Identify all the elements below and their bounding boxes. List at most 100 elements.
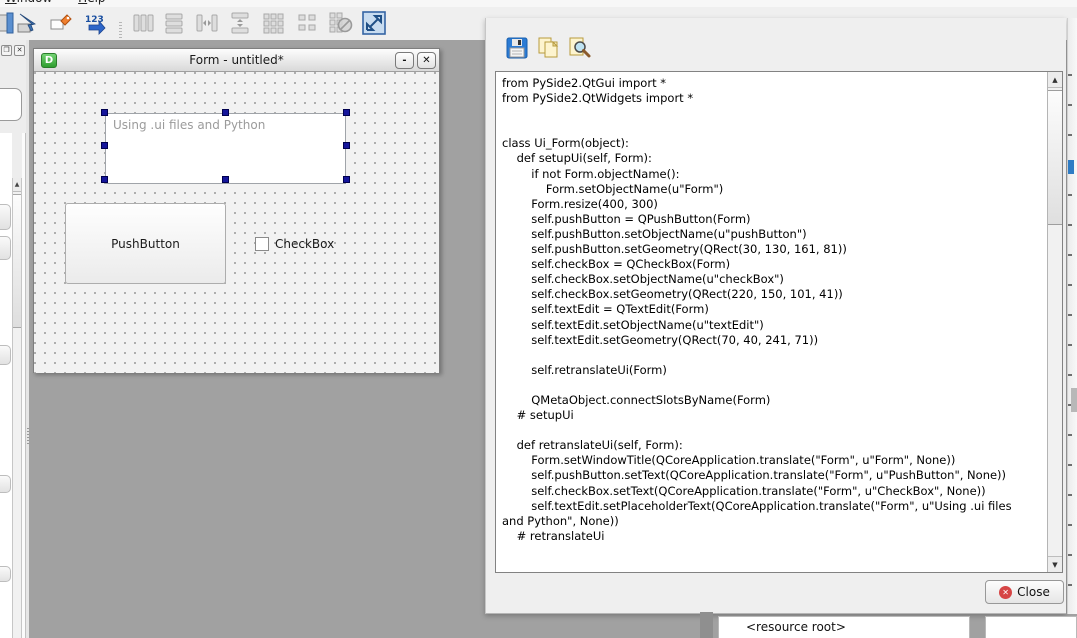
code-line: self.pushButton.setGeometry(QRect(30, 13… [502, 242, 1046, 257]
widget-box-item-stub[interactable] [0, 204, 11, 230]
code-line: self.checkBox.setObjectName(u"checkBox") [502, 272, 1046, 287]
edit-signals-slots-icon[interactable] [14, 10, 40, 36]
panel-tick-marks [1068, 74, 1072, 604]
scrollbar-thumb[interactable] [1071, 388, 1077, 412]
menu-help[interactable]: Help [78, 0, 105, 5]
layout-grid-icon[interactable] [260, 10, 286, 36]
close-button[interactable]: ✕ Close [985, 580, 1064, 604]
code-line: self.pushButton.setText(QCoreApplication… [502, 468, 1046, 483]
dock-splitter[interactable] [26, 40, 29, 638]
scroll-up-icon[interactable]: ▲ [13, 178, 21, 192]
code-view[interactable]: from PySide2.QtGui import *from PySide2.… [495, 71, 1063, 573]
text-edit-placeholder: Using .ui files and Python [106, 114, 345, 136]
minimize-button[interactable]: - [395, 52, 414, 69]
code-line [502, 121, 1046, 136]
form-editor-window: D Form - untitled* - ✕ Using .ui files a… [33, 48, 440, 373]
form-canvas[interactable]: Using .ui files and Python PushButton Ch… [34, 72, 439, 373]
code-line: self.checkBox.setText(QCoreApplication.t… [502, 484, 1046, 499]
code-line [502, 106, 1046, 121]
code-line: self.textEdit.setObjectName(u"textEdit") [502, 318, 1046, 333]
widget-box-item-stub[interactable] [0, 566, 11, 582]
layout-vertically-icon[interactable] [161, 10, 187, 36]
selection-handle[interactable] [222, 176, 229, 183]
dock-close-icon[interactable]: ✕ [14, 45, 25, 56]
checkbox-label: CheckBox [275, 237, 334, 251]
code-line: QMetaObject.connectSlotsByName(Form) [502, 393, 1046, 408]
code-line: from PySide2.QtWidgets import * [502, 91, 1046, 106]
scroll-up-icon[interactable]: ▲ [1048, 72, 1062, 88]
layout-form-icon[interactable] [294, 10, 320, 36]
code-line: def retranslateUi(self, Form): [502, 438, 1046, 453]
code-line: self.textEdit = QTextEdit(Form) [502, 302, 1046, 317]
code-line: self.pushButton.setObjectName(u"pushButt… [502, 227, 1046, 242]
break-layout-icon[interactable] [328, 10, 354, 36]
splitter-grip-icon[interactable] [27, 428, 29, 446]
code-line: self.textEdit.setPlaceholderText(QCoreAp… [502, 499, 1046, 514]
code-line: class Ui_Form(object): [502, 136, 1046, 151]
widget-filter-input[interactable] [0, 88, 22, 121]
scroll-down-icon[interactable]: ▼ [1048, 556, 1062, 572]
designer-window-icon: D [41, 53, 57, 68]
layout-horizontally-icon[interactable] [130, 10, 156, 36]
layout-horizontal-splitter-icon[interactable] [194, 10, 220, 36]
form-window-titlebar[interactable]: D Form - untitled* - ✕ [34, 49, 439, 72]
code-line: self.checkBox = QCheckBox(Form) [502, 257, 1046, 272]
close-window-button[interactable]: ✕ [417, 52, 436, 69]
resource-list-panel[interactable] [985, 616, 1077, 638]
code-line: from PySide2.QtGui import * [502, 76, 1046, 91]
code-line: self.pushButton = QPushButton(Form) [502, 212, 1046, 227]
copy-icon[interactable] [537, 37, 561, 59]
code-line: def setupUi(self, Form): [502, 151, 1046, 166]
code-line: self.retranslateUi(Form) [502, 363, 1046, 378]
scrollbar-thumb[interactable] [1048, 90, 1062, 225]
code-text: from PySide2.QtGui import *from PySide2.… [502, 76, 1046, 544]
dock-float-icon[interactable]: ❐ [1, 45, 12, 56]
checkbox-box[interactable] [255, 237, 269, 251]
code-line: and Python", None)) [502, 514, 1046, 529]
code-line: # retranslateUi [502, 529, 1046, 544]
menu-window[interactable]: Window [5, 0, 52, 5]
widget-box-item-stub[interactable] [0, 345, 11, 365]
selection-handle[interactable] [343, 109, 350, 116]
close-button-label: Close [1017, 585, 1050, 599]
scrollbar-thumb[interactable] [13, 194, 21, 328]
code-line: Form.resize(400, 300) [502, 197, 1046, 212]
form-window-title: Form - untitled* [189, 53, 283, 67]
code-preview-dialog: from PySide2.QtGui import *from PySide2.… [485, 18, 1066, 614]
code-line: self.textEdit.setGeometry(QRect(70, 40, … [502, 333, 1046, 348]
edit-tab-order-icon[interactable]: 123 [82, 10, 108, 36]
selection-handle[interactable] [101, 109, 108, 116]
resource-root-item[interactable]: <resource root> [746, 620, 846, 634]
selection-handle[interactable] [101, 142, 108, 149]
selection-handle[interactable] [222, 109, 229, 116]
code-line [502, 378, 1046, 393]
code-line: Form.setObjectName(u"Form") [502, 182, 1046, 197]
widget-box-scrollbar[interactable]: ▲ [12, 178, 22, 638]
find-icon[interactable] [568, 37, 592, 59]
code-line [502, 348, 1046, 363]
text-edit-widget[interactable]: Using .ui files and Python [105, 113, 346, 184]
code-scrollbar[interactable]: ▲ ▼ [1047, 72, 1062, 572]
qt-designer-screen: Window Help 123 [0, 0, 1077, 638]
selection-handle[interactable] [343, 176, 350, 183]
scrollbar-fragment [700, 612, 713, 638]
edit-buddies-icon[interactable] [48, 10, 74, 36]
layout-vertical-splitter-icon[interactable] [227, 10, 253, 36]
widget-box-item-stub[interactable] [0, 475, 11, 493]
widget-box-dock: ❐ ✕ ▲ [0, 40, 29, 638]
close-icon: ✕ [999, 586, 1012, 599]
push-button-widget[interactable]: PushButton [65, 203, 226, 284]
save-icon[interactable] [506, 37, 530, 59]
code-line: Form.setWindowTitle(QCoreApplication.tra… [502, 453, 1046, 468]
check-box-widget[interactable]: CheckBox [255, 223, 356, 264]
selection-handle[interactable] [101, 176, 108, 183]
widget-box-item-stub[interactable] [0, 236, 11, 260]
adjust-size-icon[interactable] [361, 10, 387, 36]
selected-row-sliver [1068, 160, 1074, 174]
code-line: # setupUi [502, 408, 1046, 423]
menubar: Window Help [0, 0, 1077, 7]
selection-handle[interactable] [343, 142, 350, 149]
code-line: self.checkBox.setGeometry(QRect(220, 150… [502, 287, 1046, 302]
right-panel-edge [1067, 18, 1077, 614]
resource-tree-panel[interactable]: <resource root> [718, 616, 970, 638]
